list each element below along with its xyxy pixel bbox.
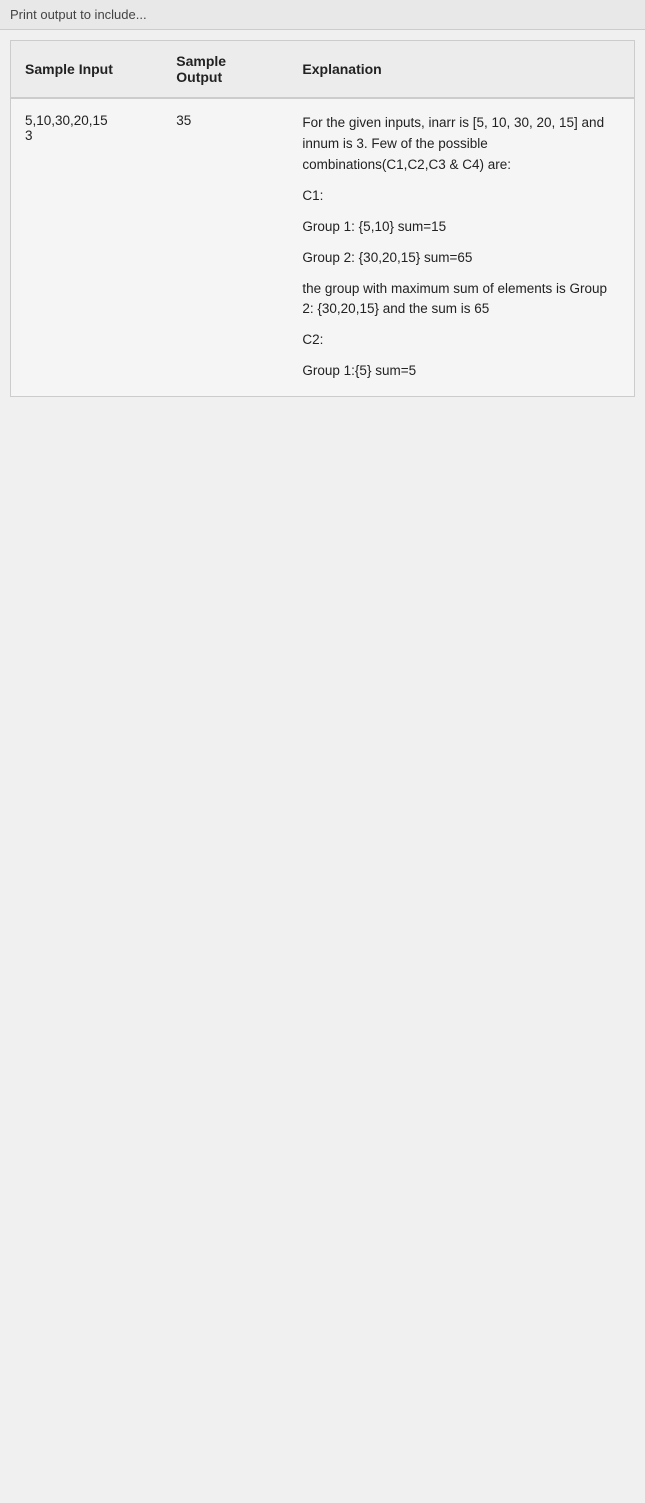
sample-table: Sample Input Sample Output Explanation 5… (10, 40, 635, 397)
explanation-para-7: Group 1:{5} sum=5 (302, 361, 620, 382)
sample-input-cell: 5,10,30,20,15 3 (11, 98, 163, 397)
page-container: Print output to include... Sample Input … (0, 0, 645, 407)
explanation-para-4: Group 2: {30,20,15} sum=65 (302, 248, 620, 269)
explanation-para-2: C1: (302, 186, 620, 207)
explanation-para-5: the group with maximum sum of elements i… (302, 279, 620, 321)
table-wrapper: Sample Input Sample Output Explanation 5… (0, 30, 645, 407)
explanation-para-1: For the given inputs, inarr is [5, 10, 3… (302, 113, 620, 176)
table-header-row: Sample Input Sample Output Explanation (11, 41, 635, 99)
explanation-para-6: C2: (302, 330, 620, 351)
col-header-explanation: Explanation (288, 41, 634, 99)
explanation-cell: For the given inputs, inarr is [5, 10, 3… (288, 98, 634, 397)
col-header-input: Sample Input (11, 41, 163, 99)
sample-output-value: 35 (176, 113, 191, 128)
sample-output-cell: 35 (162, 98, 288, 397)
explanation-para-3: Group 1: {5,10} sum=15 (302, 217, 620, 238)
col-header-output: Sample Output (162, 41, 288, 99)
top-bar: Print output to include... (0, 0, 645, 30)
sample-input-value: 5,10,30,20,15 3 (25, 113, 108, 143)
top-bar-text: Print output to include... (10, 7, 147, 22)
table-row: 5,10,30,20,15 3 35 For the given inputs,… (11, 98, 635, 397)
explanation-content: For the given inputs, inarr is [5, 10, 3… (302, 113, 620, 382)
